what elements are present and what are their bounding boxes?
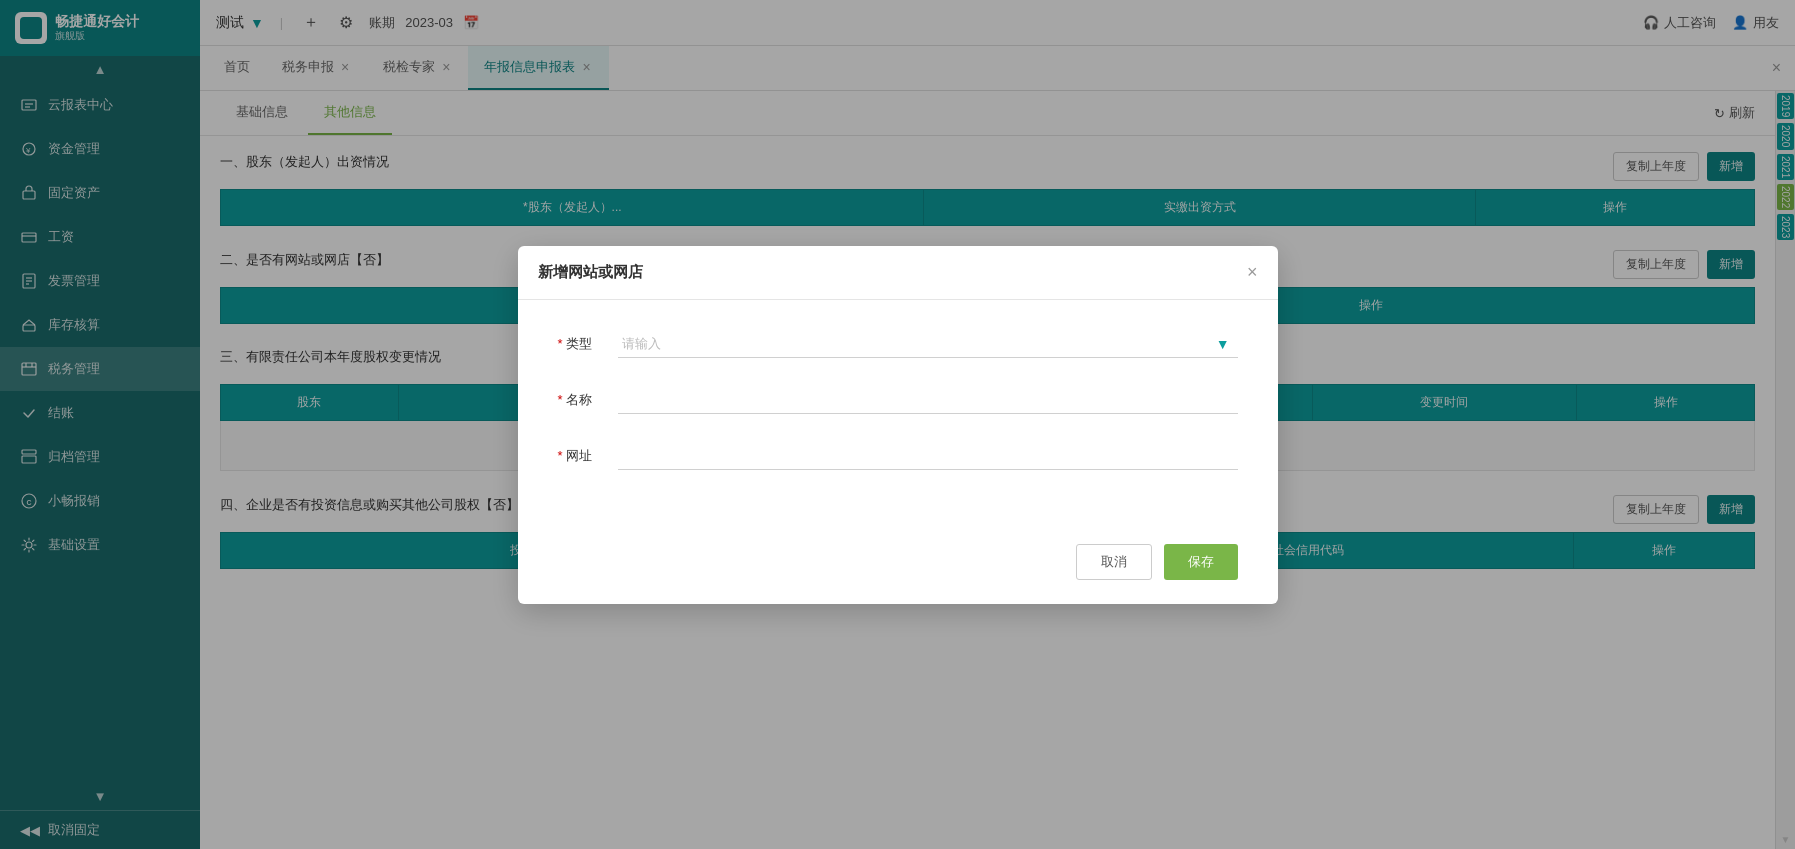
dialog-title: 新增网站或网店 [538,263,643,282]
form-row-type: * 类型 ▼ [558,330,1238,358]
name-input[interactable] [618,386,1238,414]
dialog-body: * 类型 ▼ * 名称 [518,300,1278,528]
label-text-url: 网址 [566,448,592,463]
required-marker-type: * [558,336,563,351]
required-marker-url: * [558,448,563,463]
form-input-wrap-url [618,442,1238,470]
form-label-type: * 类型 [558,335,618,353]
form-label-name: * 名称 [558,391,618,409]
form-row-url: * 网址 [558,442,1238,470]
label-text-name: 名称 [566,392,592,407]
type-input[interactable] [618,330,1238,358]
form-input-wrap-type: ▼ [618,330,1238,358]
dialog-cancel-btn[interactable]: 取消 [1076,544,1152,580]
dialog-header: 新增网站或网店 × [518,246,1278,300]
required-marker-name: * [558,392,563,407]
form-label-url: * 网址 [558,447,618,465]
form-row-name: * 名称 [558,386,1238,414]
dialog-close-btn[interactable]: × [1247,262,1258,283]
dialog-overlay: 新增网站或网店 × * 类型 ▼ * 名称 [0,0,1795,849]
dialog-footer: 取消 保存 [518,528,1278,604]
form-input-wrap-name [618,386,1238,414]
add-website-dialog: 新增网站或网店 × * 类型 ▼ * 名称 [518,246,1278,604]
dialog-save-btn[interactable]: 保存 [1164,544,1238,580]
url-input[interactable] [618,442,1238,470]
label-text-type: 类型 [566,336,592,351]
